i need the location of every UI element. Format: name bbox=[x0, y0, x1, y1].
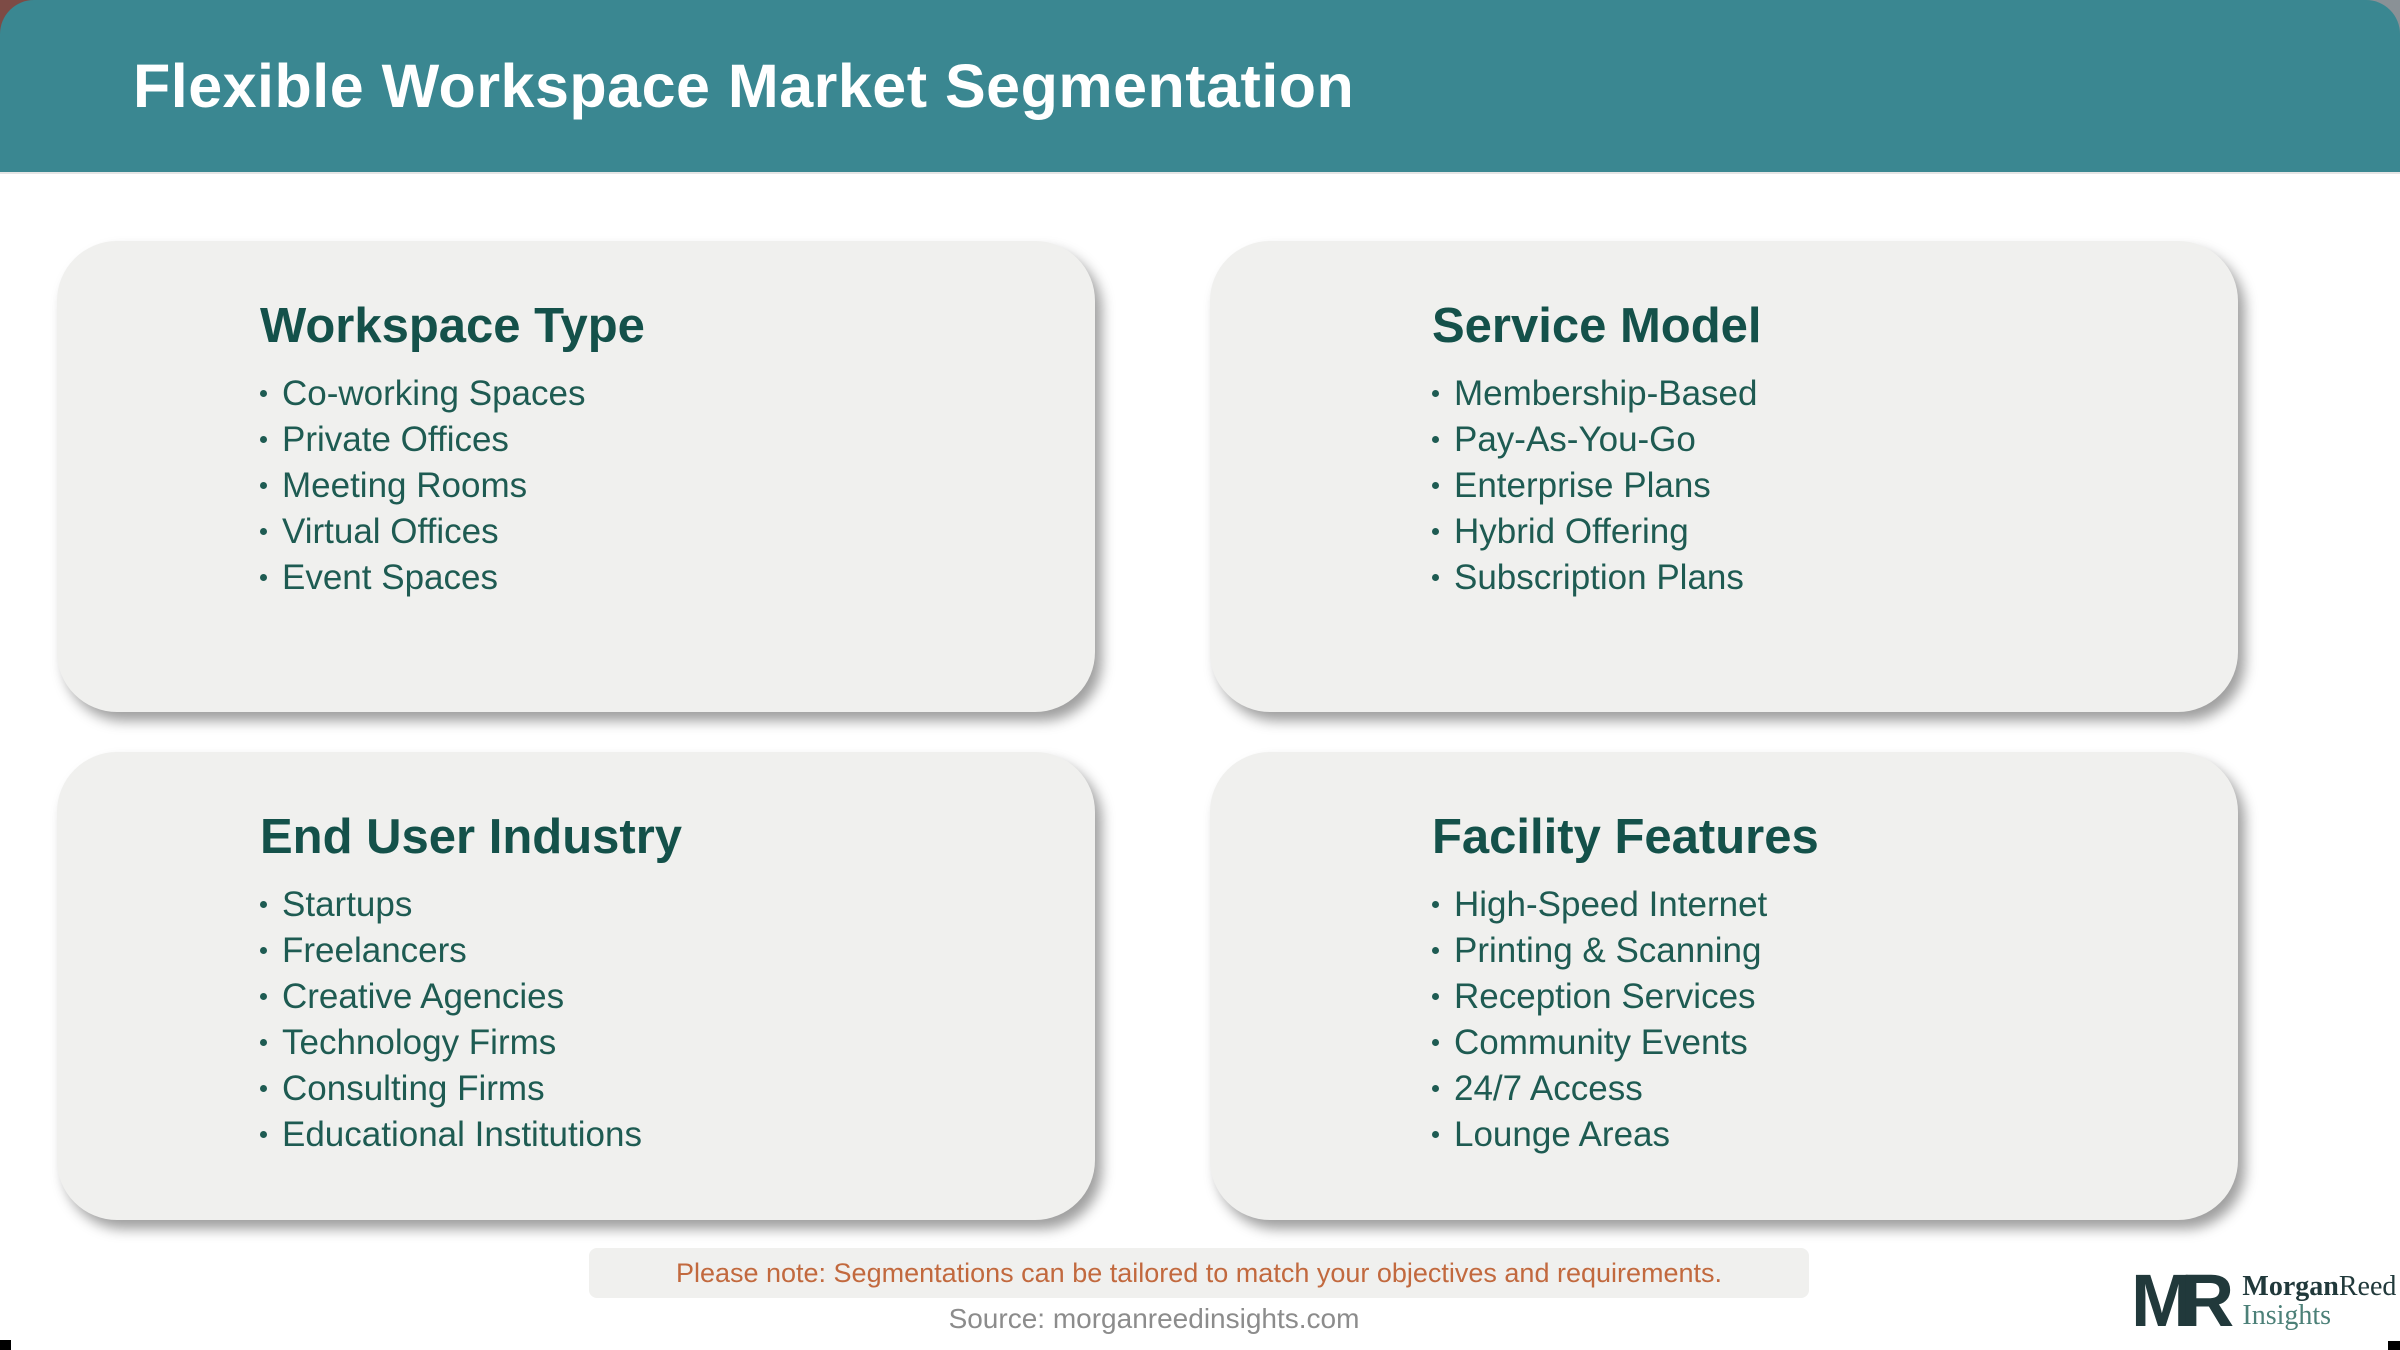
list-item: Consulting Firms bbox=[260, 1066, 1095, 1112]
list-item: Reception Services bbox=[1432, 974, 2238, 1020]
bullet-dot bbox=[1432, 528, 1439, 536]
card-title: Workspace Type bbox=[260, 299, 645, 353]
bullet-dot bbox=[1432, 390, 1439, 398]
card-item-list: Membership-Based Pay-As-You-Go Enterpris… bbox=[1432, 371, 2238, 601]
logo-name-bold: Morgan bbox=[2242, 1271, 2339, 1303]
bullet-dot bbox=[1432, 574, 1439, 582]
list-item-label: Virtual Offices bbox=[282, 511, 499, 551]
list-item-label: Lounge Areas bbox=[1454, 1114, 1671, 1154]
card-workspace-type: Workspace Type Co-working Spaces Private… bbox=[57, 241, 1095, 712]
bullet-dot bbox=[1432, 1085, 1439, 1093]
bullet-dot bbox=[260, 528, 267, 536]
note-text: Please note: Segmentations can be tailor… bbox=[675, 1257, 1723, 1288]
list-item-label: Educational Institutions bbox=[282, 1114, 642, 1154]
bullet-dot bbox=[1432, 901, 1439, 909]
list-item-label: Startups bbox=[282, 884, 413, 924]
list-item-label: Consulting Firms bbox=[282, 1068, 545, 1108]
list-item: Technology Firms bbox=[260, 1020, 1095, 1066]
list-item-label: Creative Agencies bbox=[282, 976, 565, 1016]
list-item: Meeting Rooms bbox=[260, 463, 1095, 509]
list-item: Startups bbox=[260, 882, 1095, 928]
list-item-label: Meeting Rooms bbox=[282, 465, 528, 505]
list-item-label: Hybrid Offering bbox=[1454, 511, 1689, 551]
list-item-label: Private Offices bbox=[282, 419, 509, 459]
list-item-label: Community Events bbox=[1454, 1022, 1748, 1062]
bullet-dot bbox=[1432, 482, 1439, 490]
bullet-dot bbox=[260, 1039, 267, 1047]
bullet-dot bbox=[260, 482, 267, 490]
bullet-dot bbox=[260, 390, 267, 398]
list-item-label: Membership-Based bbox=[1454, 373, 1758, 413]
bullet-dot bbox=[1432, 947, 1439, 955]
list-item: Event Spaces bbox=[260, 555, 1095, 601]
bullet-dot bbox=[1432, 436, 1439, 444]
card-item-list: Co-working Spaces Private Offices Meetin… bbox=[260, 371, 1095, 601]
card-item-list: Startups Freelancers Creative Agencies T… bbox=[260, 882, 1095, 1158]
bullet-dot bbox=[260, 901, 267, 909]
edge-artifact-bottom-left bbox=[0, 1340, 11, 1350]
list-item: Lounge Areas bbox=[1432, 1112, 2238, 1158]
logo-text: MorganReed Insights bbox=[2242, 1272, 2396, 1331]
bullet-dot bbox=[260, 947, 267, 955]
list-item-label: High-Speed Internet bbox=[1454, 884, 1768, 924]
list-item-label: 24/7 Access bbox=[1454, 1068, 1643, 1108]
card-item-list: High-Speed Internet Printing & Scanning … bbox=[1432, 882, 2238, 1158]
list-item-label: Event Spaces bbox=[282, 557, 498, 597]
mr-monogram-icon: MR bbox=[2131, 1259, 2234, 1342]
list-item: Printing & Scanning bbox=[1432, 928, 2238, 974]
list-item: Virtual Offices bbox=[260, 509, 1095, 555]
card-end-user-industry: End User Industry Startups Freelancers C… bbox=[57, 752, 1095, 1220]
source-text: Source: morganreedinsights.com bbox=[948, 1303, 1360, 1334]
list-item: Enterprise Plans bbox=[1432, 463, 2238, 509]
list-item: Community Events bbox=[1432, 1020, 2238, 1066]
list-item-label: Freelancers bbox=[282, 930, 467, 970]
list-item: Co-working Spaces bbox=[260, 371, 1095, 417]
bullet-dot bbox=[260, 1085, 267, 1093]
logo-name: MorganReed bbox=[2242, 1272, 2396, 1301]
logo-subtitle: Insights bbox=[2242, 1300, 2332, 1332]
list-item: Pay-As-You-Go bbox=[1432, 417, 2238, 463]
slide-title: Flexible Workspace Market Segmentation bbox=[133, 52, 1355, 120]
list-item: Membership-Based bbox=[1432, 371, 2238, 417]
list-item: High-Speed Internet bbox=[1432, 882, 2238, 928]
note-banner: Please note: Segmentations can be tailor… bbox=[589, 1248, 1809, 1298]
card-service-model: Service Model Membership-Based Pay-As-Yo… bbox=[1210, 241, 2238, 712]
bullet-dot bbox=[260, 993, 267, 1001]
bullet-dot bbox=[1432, 1131, 1439, 1139]
card-title: End User Industry bbox=[260, 810, 683, 864]
list-item-label: Printing & Scanning bbox=[1454, 930, 1762, 970]
list-item: Hybrid Offering bbox=[1432, 509, 2238, 555]
card-title: Service Model bbox=[1432, 299, 1762, 353]
list-item: Freelancers bbox=[260, 928, 1095, 974]
edge-artifact-bottom-right bbox=[2388, 1341, 2400, 1350]
list-item-label: Subscription Plans bbox=[1454, 557, 1744, 597]
list-item-label: Reception Services bbox=[1454, 976, 1756, 1016]
list-item-label: Technology Firms bbox=[282, 1022, 557, 1062]
list-item: Creative Agencies bbox=[260, 974, 1095, 1020]
list-item: Private Offices bbox=[260, 417, 1095, 463]
slide-header: Flexible Workspace Market Segmentation bbox=[0, 0, 2400, 172]
card-title: Facility Features bbox=[1432, 810, 1819, 864]
bullet-dot bbox=[260, 436, 267, 444]
bullet-dot bbox=[260, 1131, 267, 1139]
morganreed-logo: MR MorganReed Insights bbox=[2131, 1259, 2396, 1342]
list-item: Educational Institutions bbox=[260, 1112, 1095, 1158]
bullet-dot bbox=[1432, 993, 1439, 1001]
list-item-label: Pay-As-You-Go bbox=[1454, 419, 1696, 459]
bullet-dot bbox=[1432, 1039, 1439, 1047]
bullet-dot bbox=[260, 574, 267, 582]
list-item-label: Co-working Spaces bbox=[282, 373, 586, 413]
list-item: Subscription Plans bbox=[1432, 555, 2238, 601]
list-item: 24/7 Access bbox=[1432, 1066, 2238, 1112]
list-item-label: Enterprise Plans bbox=[1454, 465, 1711, 505]
logo-name-light: Reed bbox=[2338, 1271, 2397, 1303]
card-facility-features: Facility Features High-Speed Internet Pr… bbox=[1210, 752, 2238, 1220]
